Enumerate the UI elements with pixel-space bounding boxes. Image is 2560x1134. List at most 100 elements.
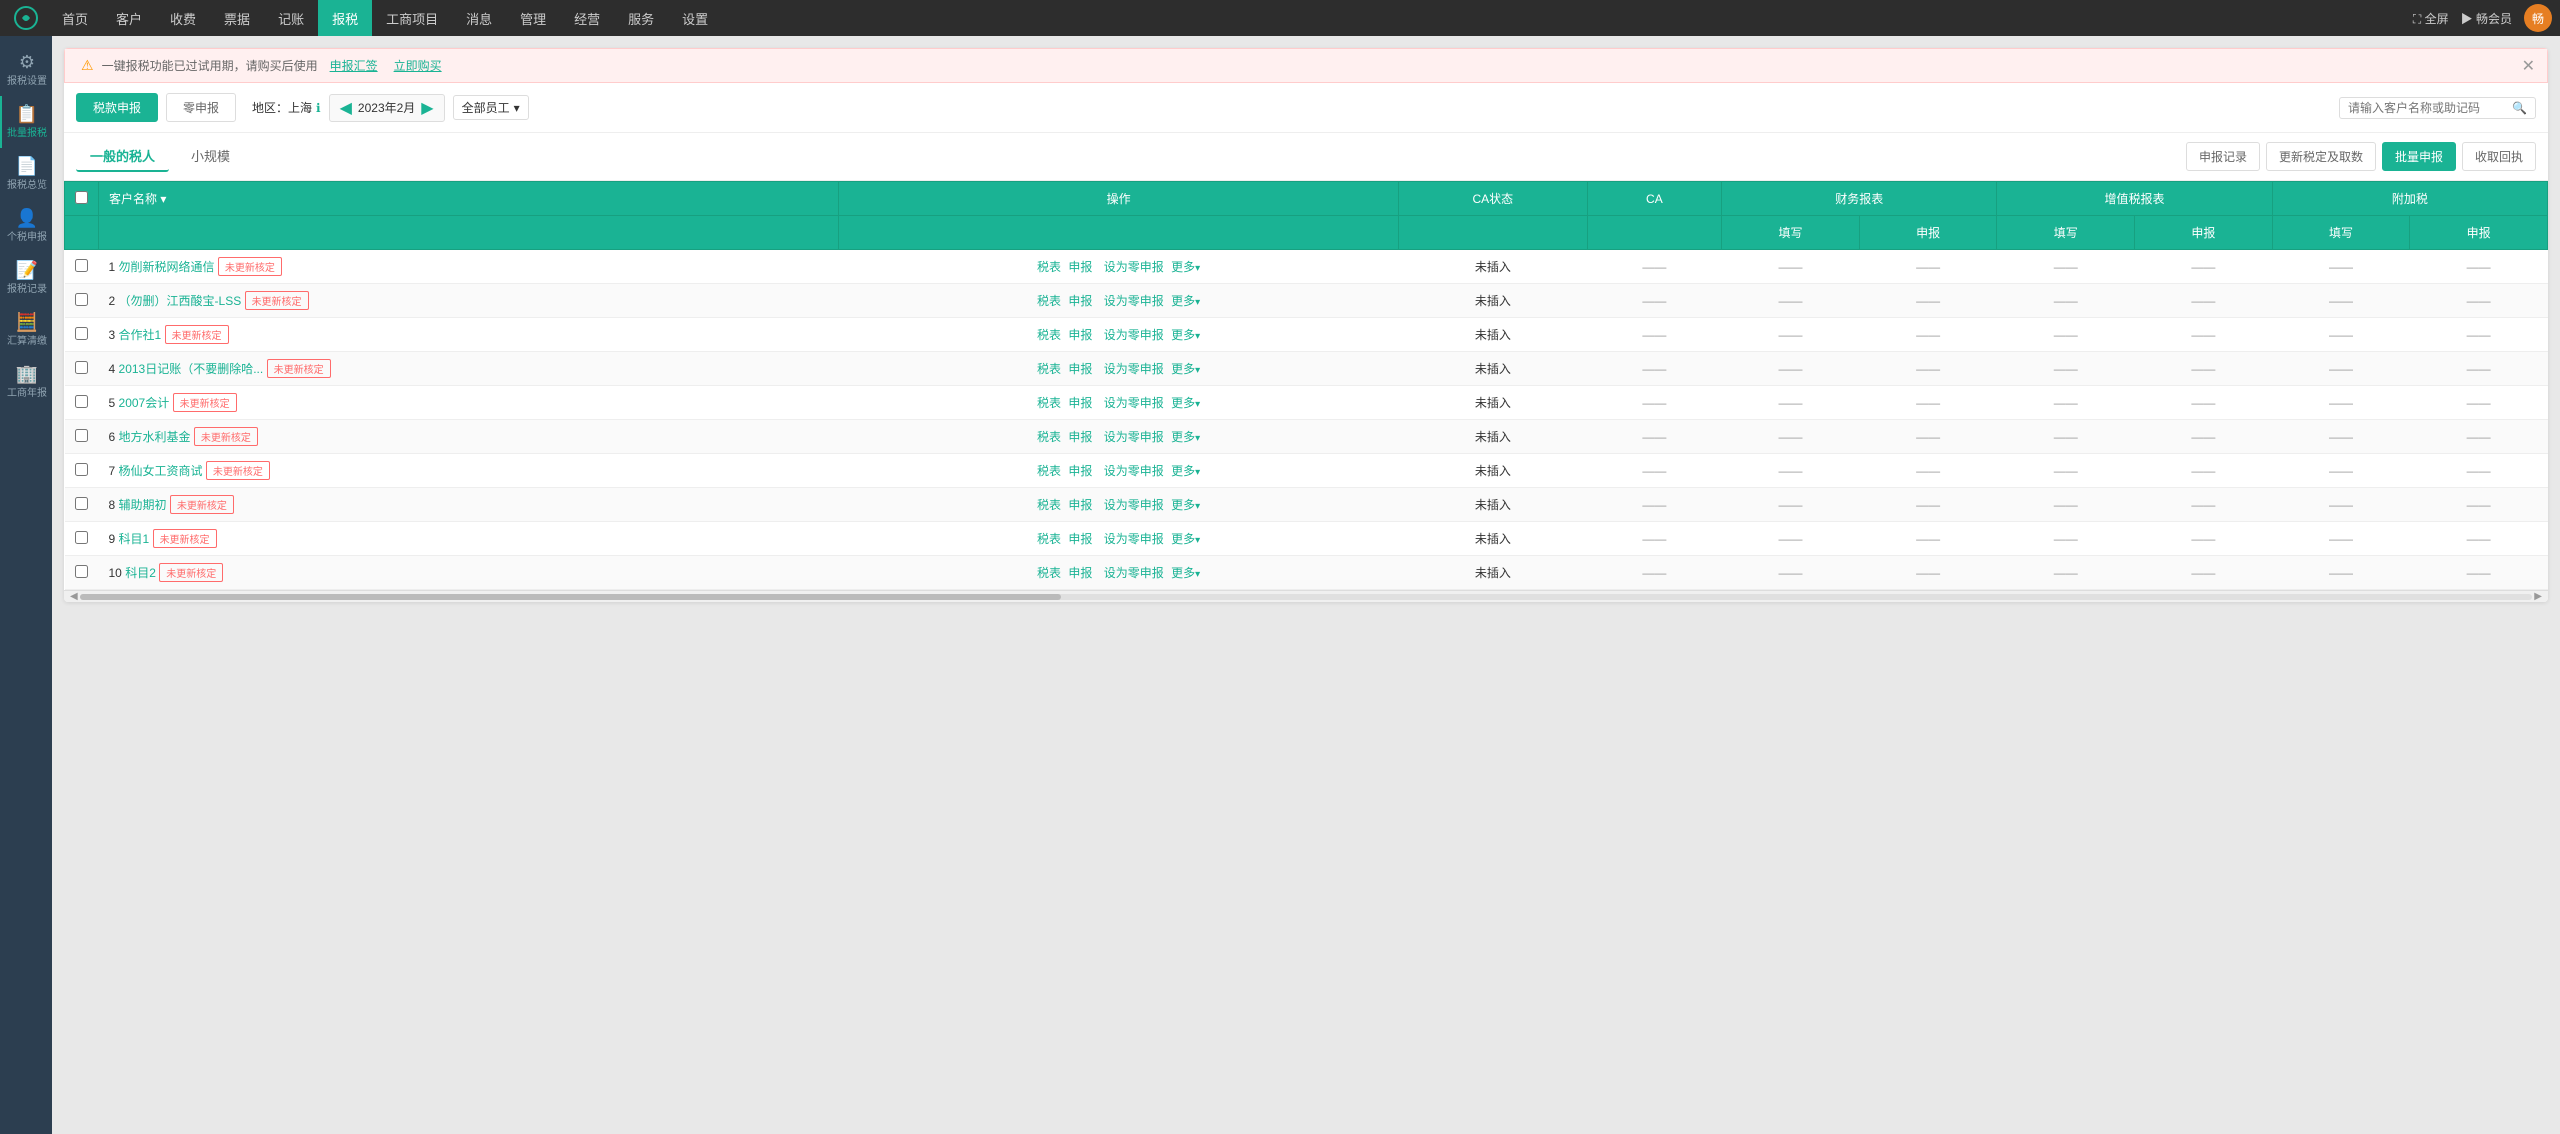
sidebar-item-annual-report[interactable]: 🏢 工商年报 [0,356,52,408]
op-tax-form[interactable]: 税表 [1037,532,1061,546]
tab-tax-declare[interactable]: 税款申报 [76,93,158,122]
batch-declare-btn[interactable]: 批量申报 [2382,142,2456,171]
op-zero-declare[interactable]: 设为零申报 [1104,566,1164,580]
row-name[interactable]: 辅助期初 [119,498,167,512]
row-checkbox-8[interactable] [75,531,88,544]
region-info-icon[interactable]: ℹ [316,101,321,115]
op-tax-form[interactable]: 税表 [1037,430,1061,444]
op-tax-form[interactable]: 税表 [1037,328,1061,342]
row-checkbox-0[interactable] [75,259,88,272]
op-more[interactable]: 更多 [1171,396,1200,410]
nav-item-biz[interactable]: 工商项目 [372,0,452,36]
avatar[interactable]: 畅 [2524,4,2552,32]
sidebar-item-batch-tax[interactable]: 📋 批量报税 [0,96,52,148]
op-zero-declare[interactable]: 设为零申报 [1104,396,1164,410]
op-declare[interactable]: 申报 [1068,498,1092,512]
nav-item-home[interactable]: 首页 [48,0,102,36]
op-zero-declare[interactable]: 设为零申报 [1104,430,1164,444]
dept-selector[interactable]: 全部员工 ▾ [453,95,529,120]
sort-icon[interactable]: ▾ [160,192,166,206]
op-zero-declare[interactable]: 设为零申报 [1104,328,1164,342]
member-btn[interactable]: ▶ 畅会员 [2461,10,2512,27]
sidebar-item-annual-clearance[interactable]: 🧮 汇算清缴 [0,304,52,356]
op-declare[interactable]: 申报 [1068,532,1092,546]
row-checkbox-1[interactable] [75,293,88,306]
op-declare[interactable]: 申报 [1068,362,1092,376]
op-declare[interactable]: 申报 [1068,260,1092,274]
op-zero-declare[interactable]: 设为零申报 [1104,532,1164,546]
tab-small-scale[interactable]: 小规模 [177,141,244,172]
scroll-right-btn[interactable]: ▶ [2532,591,2544,602]
row-name[interactable]: 2007会计 [119,396,170,410]
op-more[interactable]: 更多 [1171,532,1200,546]
tab-general-taxpayer[interactable]: 一般的税人 [76,141,169,172]
op-more[interactable]: 更多 [1171,566,1200,580]
nav-item-accounting[interactable]: 记账 [264,0,318,36]
search-icon[interactable]: 🔍 [2512,101,2527,115]
notice-link-buy[interactable]: 立即购买 [394,57,442,74]
nav-item-message[interactable]: 消息 [452,0,506,36]
declare-records-btn[interactable]: 申报记录 [2186,142,2260,171]
nav-item-billing[interactable]: 收费 [156,0,210,36]
op-tax-form[interactable]: 税表 [1037,260,1061,274]
op-tax-form[interactable]: 税表 [1037,362,1061,376]
op-more[interactable]: 更多 [1171,464,1200,478]
op-declare[interactable]: 申报 [1068,396,1092,410]
row-name[interactable]: 勿削新税网络通信 [119,260,215,274]
sidebar-item-tax-overview[interactable]: 📄 报税总览 [0,148,52,200]
nav-item-client[interactable]: 客户 [102,0,156,36]
row-checkbox-7[interactable] [75,497,88,510]
notice-link-declare[interactable]: 申报汇签 [330,57,378,74]
row-name[interactable]: 合作社1 [119,328,162,342]
nav-item-settings[interactable]: 设置 [668,0,722,36]
op-tax-form[interactable]: 税表 [1037,294,1061,308]
select-all-checkbox[interactable] [75,191,88,204]
sidebar-item-tax-records[interactable]: 📝 报税记录 [0,252,52,304]
sidebar-item-personal-tax[interactable]: 👤 个税申报 [0,200,52,252]
next-month-btn[interactable]: ▶ [419,98,435,118]
op-more[interactable]: 更多 [1171,260,1200,274]
op-more[interactable]: 更多 [1171,328,1200,342]
sidebar-item-tax-settings[interactable]: ⚙ 报税设置 [0,44,52,96]
nav-item-ops[interactable]: 经营 [560,0,614,36]
op-zero-declare[interactable]: 设为零申报 [1104,294,1164,308]
fullscreen-btn[interactable]: ⛶ 全屏 [2413,10,2449,27]
op-declare[interactable]: 申报 [1068,294,1092,308]
row-name[interactable]: （勿删）江西酸宝-LSS [119,294,242,308]
prev-month-btn[interactable]: ◀ [338,98,354,118]
op-zero-declare[interactable]: 设为零申报 [1104,498,1164,512]
row-checkbox-5[interactable] [75,429,88,442]
nav-item-service[interactable]: 服务 [614,0,668,36]
op-zero-declare[interactable]: 设为零申报 [1104,362,1164,376]
op-more[interactable]: 更多 [1171,362,1200,376]
op-tax-form[interactable]: 税表 [1037,566,1061,580]
notice-close-icon[interactable]: ✕ [2522,56,2535,76]
row-checkbox-2[interactable] [75,327,88,340]
op-zero-declare[interactable]: 设为零申报 [1104,464,1164,478]
nav-item-manage[interactable]: 管理 [506,0,560,36]
search-input[interactable] [2348,101,2508,115]
op-tax-form[interactable]: 税表 [1037,498,1061,512]
scroll-bar-track[interactable] [80,594,2533,600]
op-tax-form[interactable]: 税表 [1037,396,1061,410]
op-declare[interactable]: 申报 [1068,464,1092,478]
row-name[interactable]: 2013日记账（不要删除哈... [119,362,264,376]
nav-item-tax[interactable]: 报税 [318,0,372,36]
row-name[interactable]: 杨仙女工资商试 [119,464,203,478]
row-checkbox-9[interactable] [75,565,88,578]
update-data-btn[interactable]: 更新税定及取数 [2266,142,2376,171]
op-declare[interactable]: 申报 [1068,430,1092,444]
row-name[interactable]: 科目1 [119,532,150,546]
tab-zero-declare[interactable]: 零申报 [166,93,236,122]
op-declare[interactable]: 申报 [1068,566,1092,580]
op-zero-declare[interactable]: 设为零申报 [1104,260,1164,274]
op-tax-form[interactable]: 税表 [1037,464,1061,478]
nav-item-invoice[interactable]: 票据 [210,0,264,36]
collect-receipt-btn[interactable]: 收取回执 [2462,142,2536,171]
op-more[interactable]: 更多 [1171,498,1200,512]
row-name[interactable]: 地方水利基金 [119,430,191,444]
op-declare[interactable]: 申报 [1068,328,1092,342]
op-more[interactable]: 更多 [1171,294,1200,308]
op-more[interactable]: 更多 [1171,430,1200,444]
scroll-left-btn[interactable]: ◀ [68,591,80,602]
